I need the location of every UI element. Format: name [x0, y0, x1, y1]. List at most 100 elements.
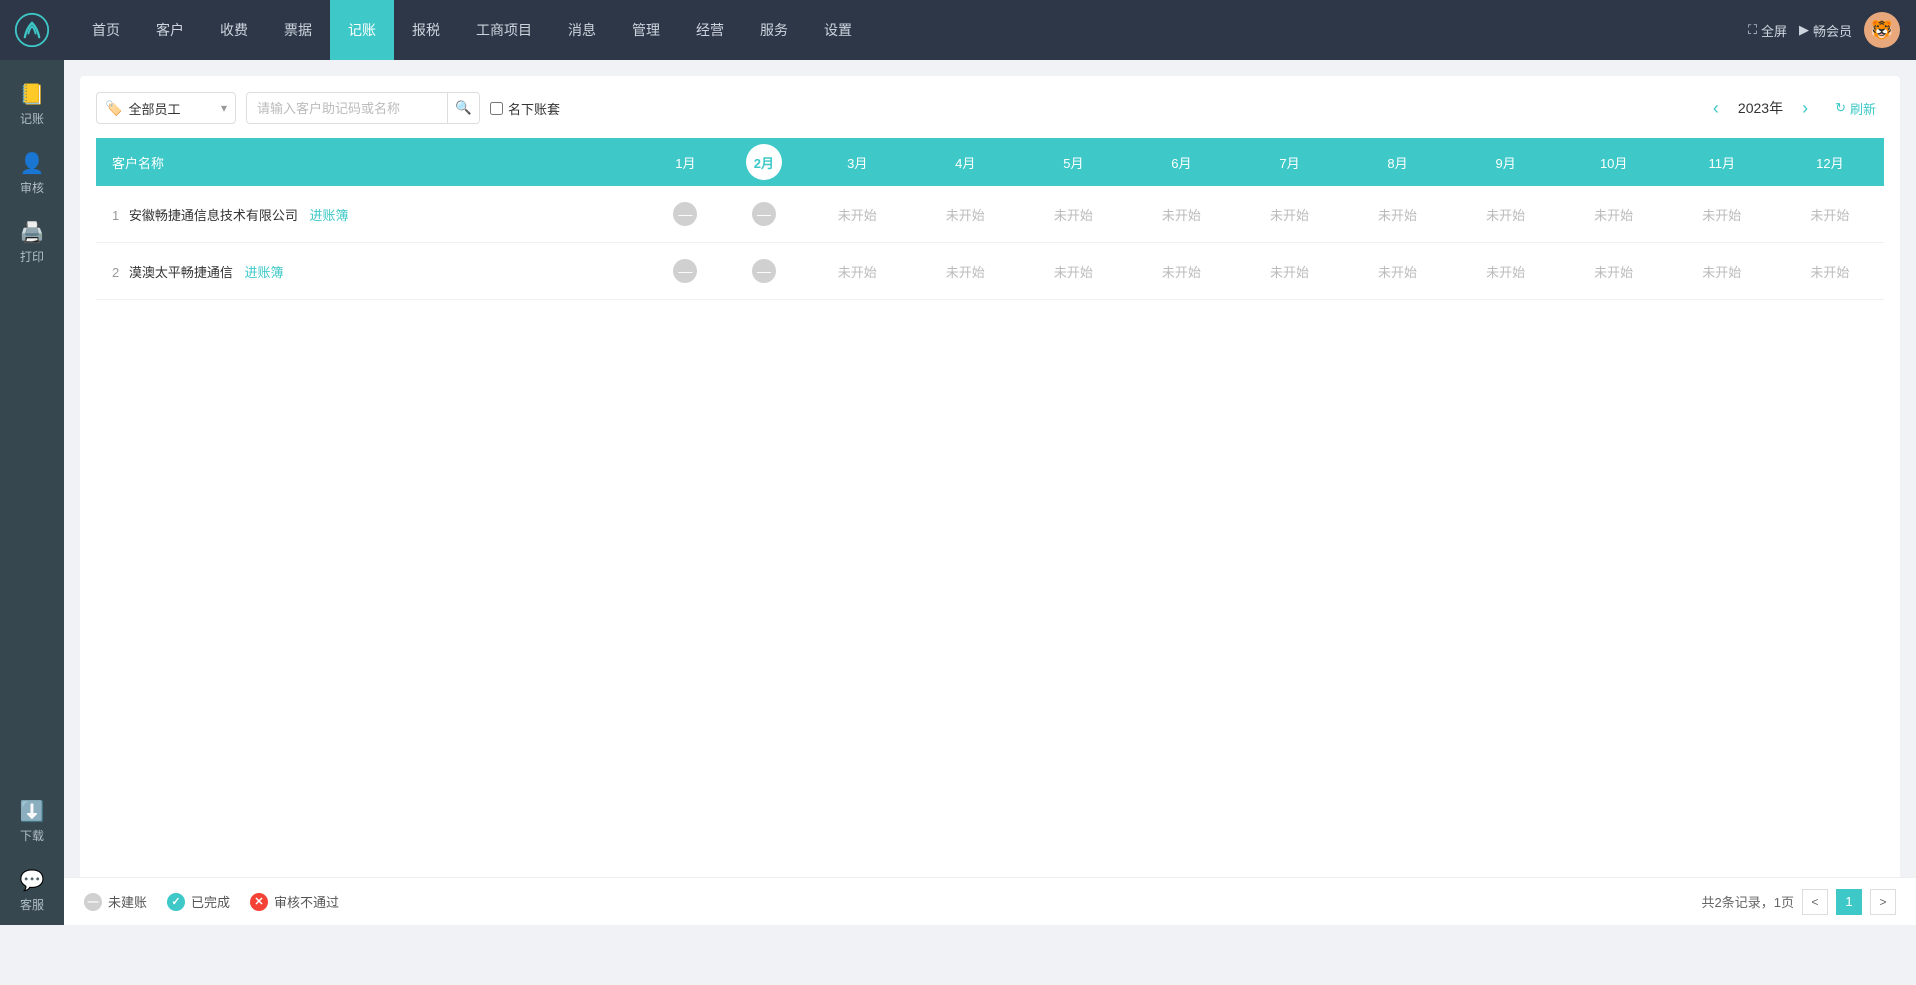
legend-rejected-label: 审核不通过 [274, 892, 339, 911]
th-month-3: 3月 [803, 138, 911, 186]
bookkeeping-table: 客户名称 1月 2月 3月 4月 5月 6月 [96, 138, 1884, 300]
search-input[interactable] [247, 93, 447, 123]
legend-teal-dot: ✓ [167, 893, 185, 911]
nav-settings[interactable]: 设置 [806, 0, 870, 60]
prev-year-button[interactable]: ‹ [1704, 96, 1728, 120]
th-month-10: 10月 [1560, 138, 1668, 186]
legend-not-created-label: 未建账 [108, 892, 147, 911]
row1-month6: 未开始 [1127, 186, 1235, 243]
search-button[interactable]: 🔍 [447, 92, 479, 124]
row2-month3: 未开始 [803, 243, 911, 300]
main-content: 🏷️ 全部员工 ▾ 🔍 名下账套 ‹ 2023年 › ↻ 刷新 [64, 60, 1916, 925]
row1-month5: 未开始 [1019, 186, 1127, 243]
bookkeeping-icon: 📒 [20, 82, 45, 107]
sidebar-item-audit[interactable]: 👤 审核 [0, 139, 64, 208]
vip-label: 畅会员 [1813, 21, 1852, 40]
employee-tag-icon: 🏷️ [105, 100, 122, 117]
current-page: 1 [1836, 889, 1862, 915]
status-dash-icon: — [752, 202, 776, 226]
sidebar-item-bookkeeping-label: 记账 [20, 110, 44, 127]
row1-month3: 未开始 [803, 186, 911, 243]
my-account-checkbox-label[interactable]: 名下账套 [490, 99, 560, 118]
th-month-6: 6月 [1127, 138, 1235, 186]
nav-business[interactable]: 工商项目 [458, 0, 550, 60]
th-month-8: 8月 [1344, 138, 1452, 186]
enter-link-1[interactable]: 进账簿 [310, 208, 349, 223]
nav-tax[interactable]: 报税 [394, 0, 458, 60]
nav-menu: 首页 客户 收费 票据 记账 报税 工商项目 消息 管理 经营 服务 设置 [64, 0, 1748, 60]
status-dash-icon: — [752, 259, 776, 283]
th-month-2: 2月 [725, 138, 804, 186]
row-index-1: 1 [112, 208, 119, 223]
support-icon: 💬 [20, 868, 45, 893]
row1-month11: 未开始 [1668, 186, 1776, 243]
logo-svg [14, 12, 50, 48]
nav-service[interactable]: 服务 [742, 0, 806, 60]
status-dash-icon: — [673, 202, 697, 226]
left-sidebar: 📒 记账 👤 审核 🖨️ 打印 ⬇️ 下载 💬 客服 [0, 60, 64, 925]
content-card: 🏷️ 全部员工 ▾ 🔍 名下账套 ‹ 2023年 › ↻ 刷新 [80, 76, 1900, 896]
refresh-icon: ↻ [1835, 100, 1846, 116]
row2-month10: 未开始 [1560, 243, 1668, 300]
legend-red-dot: ✕ [250, 893, 268, 911]
row2-month12: 未开始 [1776, 243, 1884, 300]
row2-month4: 未开始 [911, 243, 1019, 300]
table-container: 客户名称 1月 2月 3月 4月 5月 6月 [96, 138, 1884, 300]
row-index-2: 2 [112, 265, 119, 280]
audit-icon: 👤 [20, 151, 45, 176]
client-cell-2: 2 漠澳太平畅捷通信 进账簿 [96, 243, 646, 300]
row2-month9: 未开始 [1452, 243, 1560, 300]
print-icon: 🖨️ [20, 220, 45, 245]
nav-message[interactable]: 消息 [550, 0, 614, 60]
sidebar-item-support-label: 客服 [20, 896, 44, 913]
nav-home[interactable]: 首页 [74, 0, 138, 60]
fullscreen-icon: ⛶ [1748, 22, 1757, 38]
fullscreen-button[interactable]: ⛶ 全屏 [1748, 21, 1787, 40]
sidebar-item-bookkeeping[interactable]: 📒 记账 [0, 70, 64, 139]
row1-month9: 未开始 [1452, 186, 1560, 243]
sidebar-item-download[interactable]: ⬇️ 下载 [0, 787, 64, 856]
table-row: 1 安徽畅捷通信息技术有限公司 进账簿 — — 未开始 未开始 未开始 [96, 186, 1884, 243]
pagination: 共2条记录，1页 < 1 > [1702, 889, 1896, 915]
legend-gray-dot: — [84, 893, 102, 911]
fullscreen-label: 全屏 [1761, 21, 1787, 40]
vip-button[interactable]: ▶ 畅会员 [1799, 21, 1852, 40]
nav-manage[interactable]: 管理 [614, 0, 678, 60]
nav-bookkeeping[interactable]: 记账 [330, 0, 394, 60]
th-month-1: 1月 [646, 138, 725, 186]
my-account-label: 名下账套 [508, 99, 560, 118]
footer: — 未建账 ✓ 已完成 ✕ 审核不通过 共2条记录，1页 < 1 > [64, 877, 1916, 925]
row1-month7: 未开始 [1235, 186, 1343, 243]
next-year-button[interactable]: › [1793, 96, 1817, 120]
user-avatar[interactable]: 🐯 [1864, 12, 1900, 48]
nav-fee[interactable]: 收费 [202, 0, 266, 60]
row2-month7: 未开始 [1235, 243, 1343, 300]
sidebar-item-print[interactable]: 🖨️ 打印 [0, 208, 64, 277]
status-dash-icon: — [673, 259, 697, 283]
table-header: 客户名称 1月 2月 3月 4月 5月 6月 [96, 138, 1884, 186]
my-account-checkbox[interactable] [490, 102, 503, 115]
refresh-button[interactable]: ↻ 刷新 [1827, 95, 1884, 122]
nav-invoice[interactable]: 票据 [266, 0, 330, 60]
vip-icon: ▶ [1799, 22, 1809, 38]
sidebar-item-audit-label: 审核 [20, 179, 44, 196]
row1-month8: 未开始 [1344, 186, 1452, 243]
row2-month11: 未开始 [1668, 243, 1776, 300]
next-page-button[interactable]: > [1870, 889, 1896, 915]
app-logo [0, 0, 64, 60]
table-row: 2 漠澳太平畅捷通信 进账簿 — — 未开始 未开始 未开始 [96, 243, 1884, 300]
top-nav-right: ⛶ 全屏 ▶ 畅会员 🐯 [1748, 12, 1916, 48]
sidebar-item-print-label: 打印 [20, 248, 44, 265]
nav-operation[interactable]: 经营 [678, 0, 742, 60]
row1-month2: — [725, 186, 804, 243]
table-body: 1 安徽畅捷通信息技术有限公司 进账簿 — — 未开始 未开始 未开始 [96, 186, 1884, 300]
sidebar-item-support[interactable]: 💬 客服 [0, 856, 64, 925]
search-box: 🔍 [246, 92, 480, 124]
employee-select[interactable]: 🏷️ 全部员工 ▾ [96, 92, 236, 124]
prev-page-button[interactable]: < [1802, 889, 1828, 915]
th-client-name: 客户名称 [96, 138, 646, 186]
row2-month6: 未开始 [1127, 243, 1235, 300]
client-cell-1: 1 安徽畅捷通信息技术有限公司 进账簿 [96, 186, 646, 243]
enter-link-2[interactable]: 进账簿 [245, 265, 284, 280]
nav-client[interactable]: 客户 [138, 0, 202, 60]
